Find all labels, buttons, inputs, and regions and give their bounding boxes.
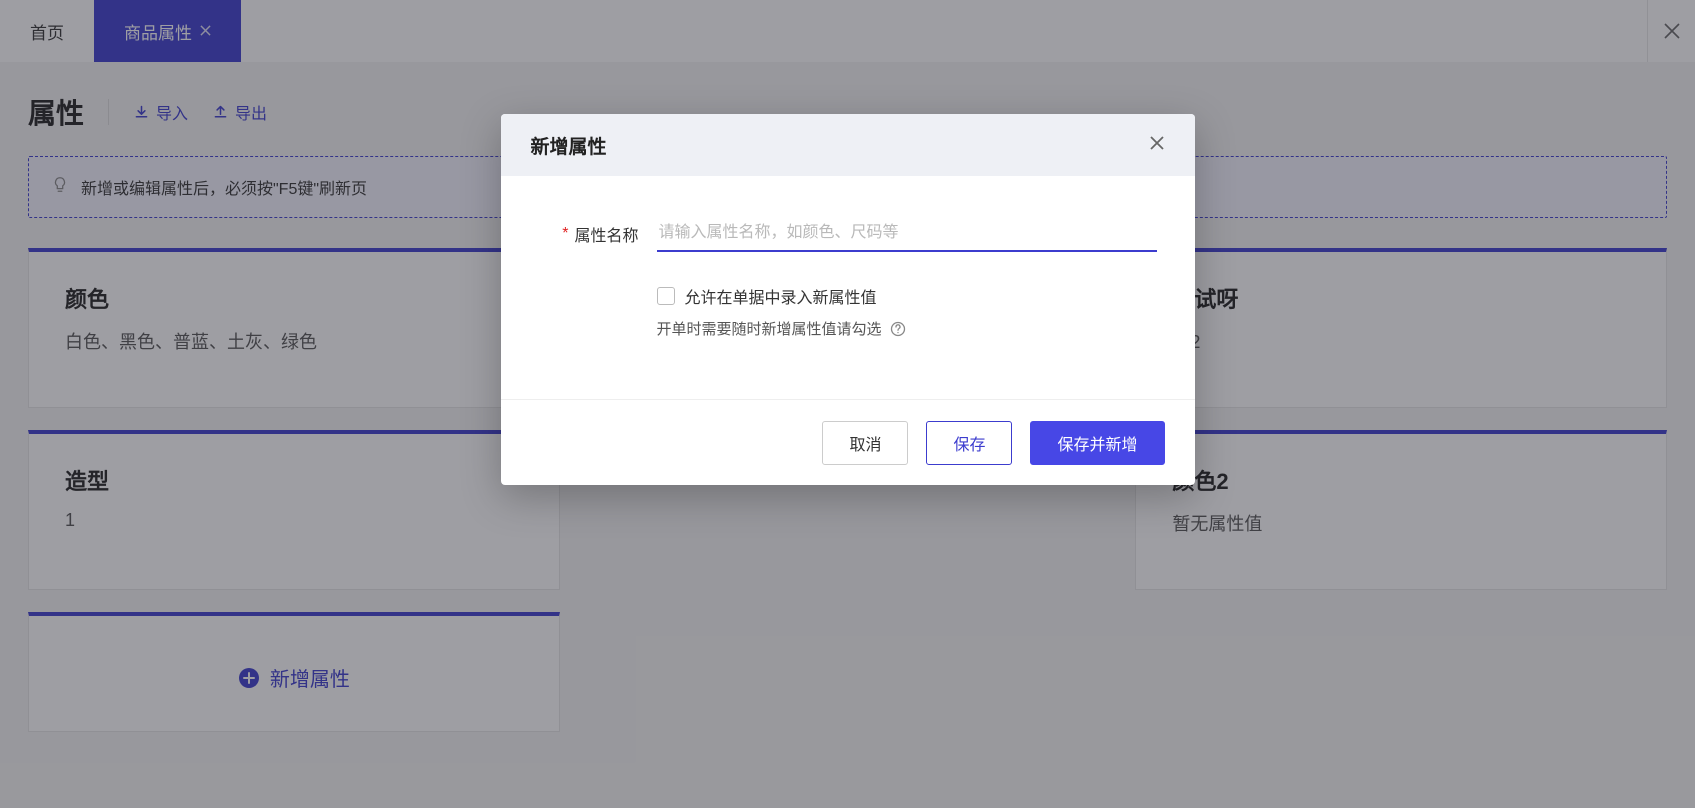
field-label-text: 属性名称 xyxy=(574,222,638,246)
modal-overlay: 新增属性 * 属性名称 允许在单据中录入新属性值 开单时需要随时新增属性值请勾选 xyxy=(0,0,1695,808)
checkbox-icon[interactable] xyxy=(657,287,675,305)
modal-header: 新增属性 xyxy=(501,114,1195,176)
save-and-new-label: 保存并新增 xyxy=(1057,431,1137,455)
add-attribute-modal: 新增属性 * 属性名称 允许在单据中录入新属性值 开单时需要随时新增属性值请勾选 xyxy=(501,114,1195,485)
modal-title: 新增属性 xyxy=(531,132,607,159)
help-row: 开单时需要随时新增属性值请勾选 xyxy=(657,318,1157,339)
modal-footer: 取消 保存 保存并新增 xyxy=(501,399,1195,485)
field-label: * 属性名称 xyxy=(539,222,639,246)
help-text: 开单时需要随时新增属性值请勾选 xyxy=(657,318,882,339)
modal-body: * 属性名称 允许在单据中录入新属性值 开单时需要随时新增属性值请勾选 xyxy=(501,176,1195,399)
required-asterisk: * xyxy=(562,225,568,243)
save-label: 保存 xyxy=(953,431,985,455)
cancel-label: 取消 xyxy=(849,431,881,455)
modal-close-button[interactable] xyxy=(1145,131,1169,160)
checkbox-row[interactable]: 允许在单据中录入新属性值 xyxy=(657,284,1157,308)
save-and-new-button[interactable]: 保存并新增 xyxy=(1030,421,1164,465)
save-button[interactable]: 保存 xyxy=(926,421,1012,465)
cancel-button[interactable]: 取消 xyxy=(822,421,908,465)
form-row-name: * 属性名称 xyxy=(539,216,1157,252)
question-circle-icon[interactable] xyxy=(890,321,906,337)
attribute-name-input[interactable] xyxy=(657,216,1157,252)
checkbox-label: 允许在单据中录入新属性值 xyxy=(685,284,877,308)
